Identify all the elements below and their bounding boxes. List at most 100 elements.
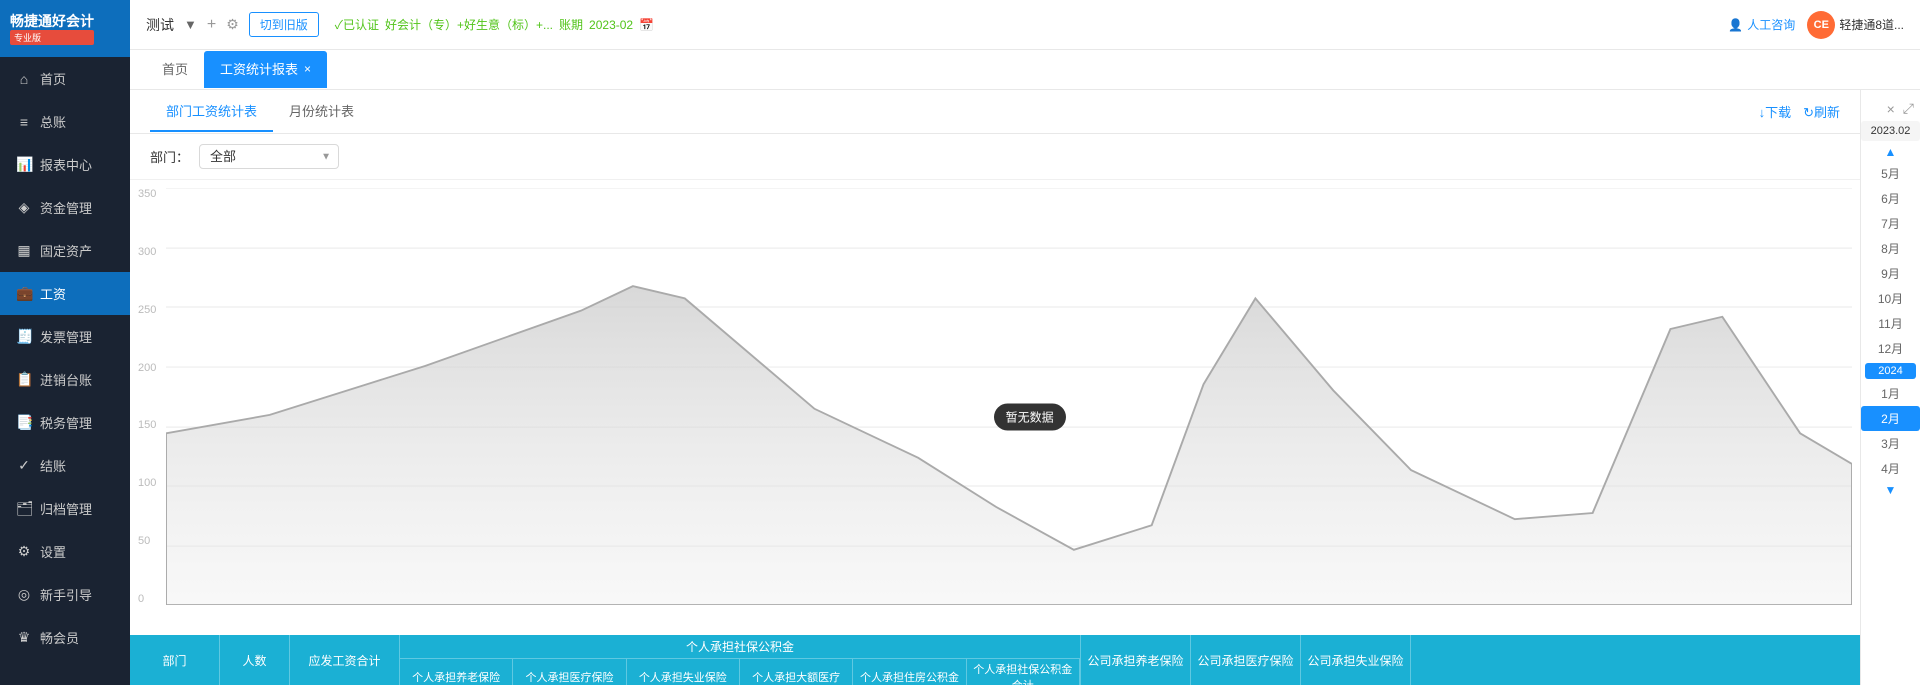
col-personal-medical: 个人承担医疗保险 [513,659,626,685]
date-nav-up[interactable]: ▲ [1883,143,1899,161]
y-axis: 350 300 250 200 150 100 50 0 [138,188,156,605]
month-11[interactable]: 11月 [1861,311,1920,336]
sidebar-item-salary[interactable]: 💼 工资 [0,272,130,315]
subtab-month[interactable]: 月份统计表 [273,91,370,132]
subtab-dept[interactable]: 部门工资统计表 [150,91,273,132]
period-label: 账期 [559,16,583,33]
settings-icon: ⚙ [16,543,32,560]
sidebar: 畅捷通好会计 专业版 ⌂ 首页 ≡ 总账 📊 报表中心 ◈ 资金管理 ▦ 固定资… [0,0,130,685]
col-company-medical: 公司承担医疗保险 [1191,635,1301,685]
sidebar-item-archive[interactable]: 🗂 归档管理 [0,487,130,530]
reports-icon: 📊 [16,156,32,173]
month-2-2024[interactable]: 2月 [1861,406,1920,431]
sidebar-item-settle[interactable]: ✓ 结账 [0,444,130,487]
company-dropdown[interactable]: ▼ [184,17,197,32]
month-4-2024[interactable]: 4月 [1861,456,1920,481]
col-company-pension-label: 公司承担养老保险 [1087,652,1183,669]
assets-icon: ▦ [16,242,32,259]
col-major-medical-label: 个人承担大额医疗 [752,669,840,685]
vip-icon: ♛ [16,629,32,646]
col-dept-label: 部门 [162,652,186,669]
sidebar-label-archive: 归档管理 [40,499,92,518]
sidebar-label-vip: 畅会员 [40,628,79,647]
add-button[interactable]: + [207,16,216,34]
month-8[interactable]: 8月 [1861,236,1920,261]
col-company-pension: 公司承担养老保险 [1081,635,1191,685]
y-label-150: 150 [138,419,156,431]
user-name: 轻捷通8道... [1839,16,1904,33]
tab-close-icon[interactable]: × [304,62,311,76]
settle-icon: ✓ [16,457,32,474]
chart-tooltip: 暂无数据 [994,403,1066,430]
download-button[interactable]: ↓下载 [1759,102,1792,121]
month-3-2024[interactable]: 3月 [1861,431,1920,456]
refresh-button[interactable]: ↻刷新 [1803,102,1840,121]
group-header-personal: 个人承担社保公积金 [400,635,1080,659]
chart-svg [166,188,1852,605]
sidebar-label-settings: 设置 [40,542,66,561]
sidebar-item-sales[interactable]: 📋 进销台账 [0,358,130,401]
chart-area: 350 300 250 200 150 100 50 0 [130,180,1860,635]
help-icon: 👤 [1728,18,1743,32]
col-company-medical-label: 公司承担医疗保险 [1197,652,1293,669]
sidebar-item-funds[interactable]: ◈ 资金管理 [0,186,130,229]
dept-select[interactable]: 全部 [199,144,339,169]
funds-icon: ◈ [16,199,32,216]
sidebar-item-tax[interactable]: 📑 税务管理 [0,401,130,444]
user-menu[interactable]: CE 轻捷通8道... [1807,11,1904,39]
tabbar: 首页 工资统计报表 × [130,50,1920,90]
calendar-icon[interactable]: 📅 [639,18,654,32]
filterbar: 部门： 全部 [130,134,1860,180]
sidebar-logo: 畅捷通好会计 专业版 [0,0,130,57]
sidebar-item-reports[interactable]: 📊 报表中心 [0,143,130,186]
dropdown-arrow-icon: ▼ [184,17,197,32]
year-2024-label[interactable]: 2024 [1865,363,1916,379]
tab-salary-report[interactable]: 工资统计报表 × [204,51,327,88]
archive-icon: 🗂 [16,500,32,517]
month-7[interactable]: 7月 [1861,211,1920,236]
month-1-2024[interactable]: 1月 [1861,381,1920,406]
tab-home[interactable]: 首页 [146,51,204,88]
sidebar-item-home[interactable]: ⌂ 首页 [0,57,130,100]
help-button[interactable]: 👤 人工咨询 [1728,16,1795,33]
month-5[interactable]: 5月 [1861,161,1920,186]
month-12[interactable]: 12月 [1861,336,1920,361]
sales-icon: 📋 [16,371,32,388]
sidebar-label-ledger: 总账 [40,112,66,131]
col-total-salary: 应发工资合计 [290,635,400,685]
date-panel: × ⤢ 2023.02 ▲ 5月 6月 7月 8月 9月 10月 11月 12月… [1860,90,1920,685]
table-footer: 部门 人数 应发工资合计 个人承担社保公积金 个人承担养老保险 [130,635,1860,685]
sidebar-nav: ⌂ 首页 ≡ 总账 📊 报表中心 ◈ 资金管理 ▦ 固定资产 💼 工资 🧾 发票… [0,57,130,685]
month-10[interactable]: 10月 [1861,286,1920,311]
switch-old-version-button[interactable]: 切到旧版 [249,12,319,37]
tab-home-label: 首页 [162,62,188,77]
sidebar-item-assets[interactable]: ▦ 固定资产 [0,229,130,272]
panel-close-button[interactable]: × [1885,98,1897,119]
settings-button[interactable]: ⚙ [226,16,239,33]
month-6[interactable]: 6月 [1861,186,1920,211]
sidebar-label-sales: 进销台账 [40,370,92,389]
ledger-icon: ≡ [16,114,32,130]
app-name: 畅捷通好会计 [10,12,94,30]
subtabs-right: ↓下载 ↻刷新 [1759,102,1840,121]
sidebar-label-salary: 工资 [40,284,66,303]
sidebar-item-invoice[interactable]: 🧾 发票管理 [0,315,130,358]
col-group-personal: 个人承担社保公积金 个人承担养老保险 个人承担医疗保险 个人承担失业保险 个人承… [400,635,1081,685]
certification-badges: ✓已认证 好会计（专）+好生意（标）+... 账期 2023-02 📅 [335,16,654,33]
month-9[interactable]: 9月 [1861,261,1920,286]
date-nav-down[interactable]: ▼ [1883,481,1899,499]
tax-icon: 📑 [16,414,32,431]
sidebar-item-guide[interactable]: ◎ 新手引导 [0,573,130,616]
subtabs: 部门工资统计表 月份统计表 ↓下载 ↻刷新 [130,90,1860,134]
sidebar-item-vip[interactable]: ♛ 畅会员 [0,616,130,659]
col-personal-total: 个人承担社保公积金合计 [967,659,1080,685]
col-dept: 部门 [130,635,220,685]
certified-badge: ✓已认证 [335,16,379,33]
sidebar-item-settings[interactable]: ⚙ 设置 [0,530,130,573]
y-label-100: 100 [138,477,156,489]
col-company-unemployment: 公司承担失业保险 [1301,635,1411,685]
y-label-50: 50 [138,535,156,547]
sidebar-item-ledger[interactable]: ≡ 总账 [0,100,130,143]
guide-icon: ◎ [16,586,32,603]
panel-expand-button[interactable]: ⤢ [1901,98,1916,119]
